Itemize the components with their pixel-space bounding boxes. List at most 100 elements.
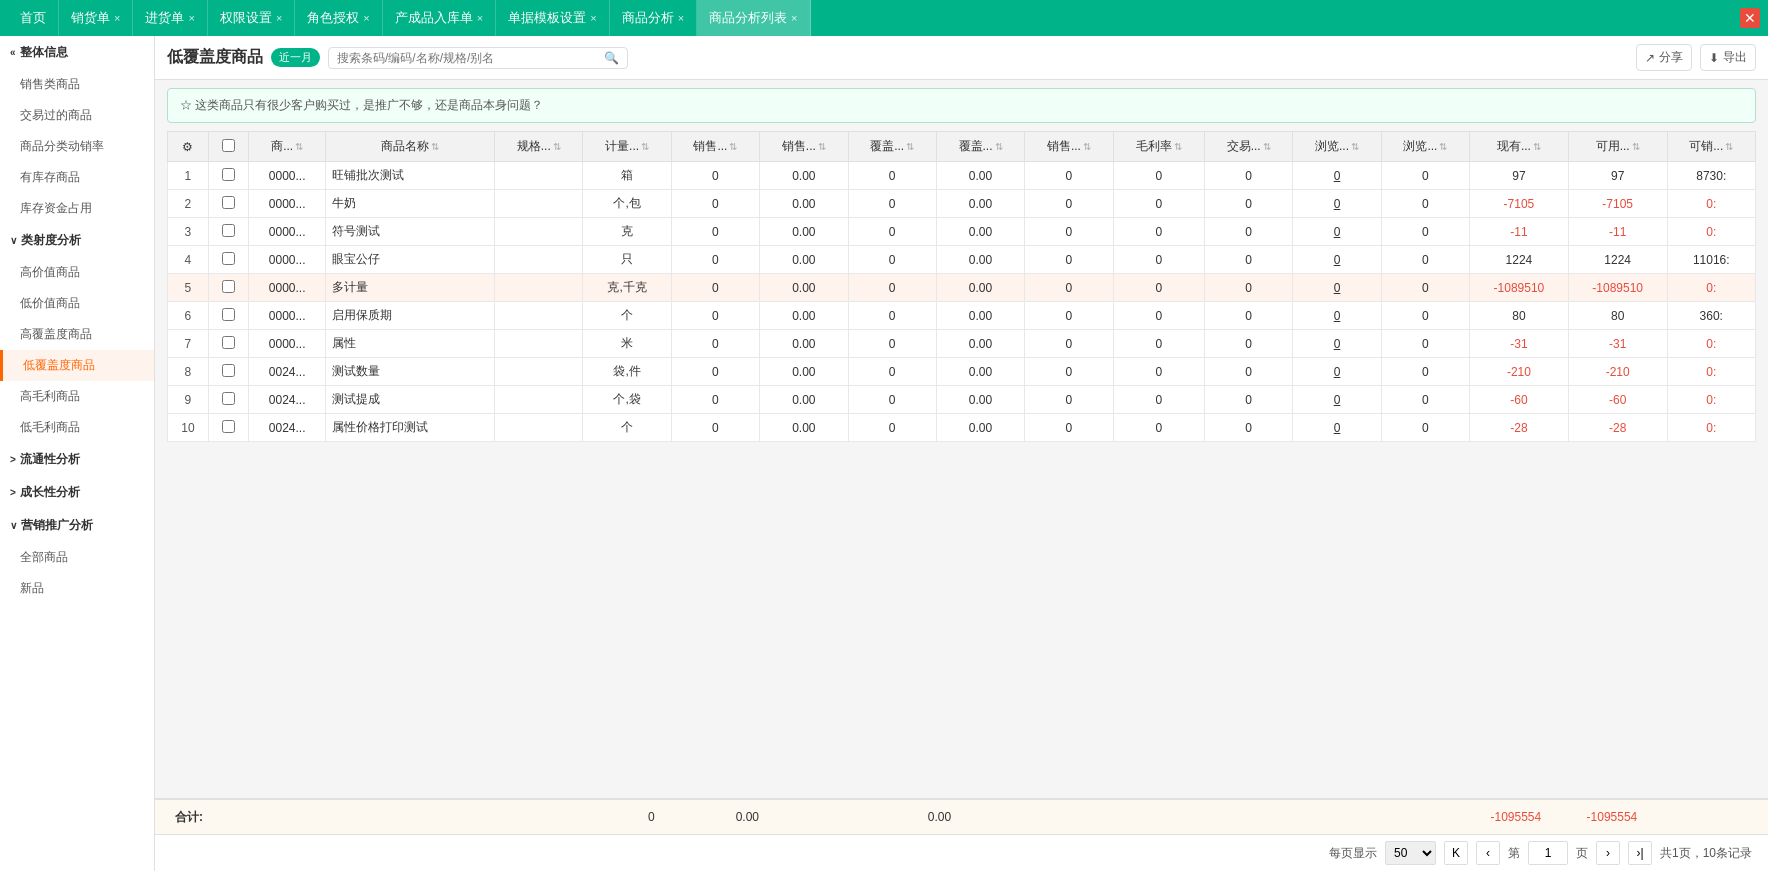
- row-checkbox[interactable]: [222, 280, 235, 293]
- next-page-button[interactable]: ›: [1596, 841, 1620, 865]
- cell-name[interactable]: 启用保质期: [326, 302, 495, 330]
- th-sales1[interactable]: 销售...⇅: [671, 132, 759, 162]
- prev-page-button[interactable]: ‹: [1476, 841, 1500, 865]
- th-checkbox[interactable]: [208, 132, 248, 162]
- cell-name[interactable]: 眼宝公仔: [326, 246, 495, 274]
- th-gross[interactable]: 毛利率⇅: [1113, 132, 1204, 162]
- th-stock1[interactable]: 现有...⇅: [1470, 132, 1569, 162]
- th-browse1[interactable]: 浏览...⇅: [1293, 132, 1381, 162]
- nav-close-icon[interactable]: ×: [590, 12, 596, 24]
- nav-home[interactable]: 首页: [8, 0, 59, 36]
- export-button[interactable]: ⬇ 导出: [1700, 44, 1756, 71]
- nav-purchase[interactable]: 进货单 ×: [133, 0, 207, 36]
- cell-browse1[interactable]: 0: [1293, 162, 1381, 190]
- sidebar-section-marketing[interactable]: ∨ 营销推广分析: [0, 509, 154, 542]
- cell-checkbox[interactable]: [208, 246, 248, 274]
- cell-browse1[interactable]: 0: [1293, 414, 1381, 442]
- sidebar-section-growth[interactable]: > 成长性分析: [0, 476, 154, 509]
- cell-checkbox[interactable]: [208, 330, 248, 358]
- row-checkbox[interactable]: [222, 224, 235, 237]
- th-unit[interactable]: 计量...⇅: [583, 132, 671, 162]
- sidebar-item-low-coverage[interactable]: 低覆盖度商品: [0, 350, 154, 381]
- nav-permissions[interactable]: 权限设置 ×: [208, 0, 295, 36]
- sidebar-section-overview[interactable]: « 整体信息: [0, 36, 154, 69]
- last-page-button[interactable]: ›|: [1628, 841, 1652, 865]
- cell-checkbox[interactable]: [208, 358, 248, 386]
- th-spec[interactable]: 规格...⇅: [495, 132, 583, 162]
- sidebar-item-new-products[interactable]: 新品: [0, 573, 154, 604]
- cell-name[interactable]: 测试提成: [326, 386, 495, 414]
- th-code[interactable]: 商...⇅: [249, 132, 326, 162]
- sidebar-item-high-margin[interactable]: 高毛利商品: [0, 381, 154, 412]
- cell-browse1[interactable]: 0: [1293, 190, 1381, 218]
- row-checkbox[interactable]: [222, 336, 235, 349]
- sidebar-section-coverage[interactable]: ∨ 类射度分析: [0, 224, 154, 257]
- row-checkbox[interactable]: [222, 252, 235, 265]
- th-name[interactable]: 商品名称⇅: [326, 132, 495, 162]
- cell-checkbox[interactable]: [208, 386, 248, 414]
- th-stock3[interactable]: 可销...⇅: [1667, 132, 1755, 162]
- row-checkbox[interactable]: [222, 420, 235, 433]
- sidebar-item-high-value[interactable]: 高价值商品: [0, 257, 154, 288]
- sidebar-item-category-sales-rate[interactable]: 商品分类动销率: [0, 131, 154, 162]
- cell-name[interactable]: 属性: [326, 330, 495, 358]
- nav-close-icon[interactable]: ×: [276, 12, 282, 24]
- sidebar-item-sales-products[interactable]: 销售类商品: [0, 69, 154, 100]
- row-checkbox[interactable]: [222, 308, 235, 321]
- nav-close-icon[interactable]: ×: [363, 12, 369, 24]
- select-all-checkbox[interactable]: [222, 139, 235, 152]
- cell-name[interactable]: 旺铺批次测试: [326, 162, 495, 190]
- cell-browse1[interactable]: 0: [1293, 358, 1381, 386]
- th-sales3[interactable]: 销售...⇅: [1025, 132, 1113, 162]
- th-sales2[interactable]: 销售...⇅: [760, 132, 848, 162]
- nav-template[interactable]: 单据模板设置 ×: [496, 0, 609, 36]
- row-checkbox[interactable]: [222, 196, 235, 209]
- cell-checkbox[interactable]: [208, 162, 248, 190]
- cell-browse1[interactable]: 0: [1293, 330, 1381, 358]
- cell-name[interactable]: 符号测试: [326, 218, 495, 246]
- th-gear[interactable]: ⚙: [168, 132, 209, 162]
- cell-checkbox[interactable]: [208, 274, 248, 302]
- cell-browse1[interactable]: 0: [1293, 218, 1381, 246]
- window-close-button[interactable]: ✕: [1740, 8, 1760, 28]
- th-cov1[interactable]: 覆盖...⇅: [848, 132, 936, 162]
- nav-analysis-list[interactable]: 商品分析列表 ×: [697, 0, 810, 36]
- cell-checkbox[interactable]: [208, 414, 248, 442]
- sidebar-section-flow[interactable]: > 流通性分析: [0, 443, 154, 476]
- nav-close-icon[interactable]: ×: [791, 12, 797, 24]
- nav-close-icon[interactable]: ×: [678, 12, 684, 24]
- cell-browse1[interactable]: 0: [1293, 302, 1381, 330]
- sidebar-item-low-margin[interactable]: 低毛利商品: [0, 412, 154, 443]
- cell-browse1[interactable]: 0: [1293, 246, 1381, 274]
- nav-product-analysis[interactable]: 商品分析 ×: [610, 0, 697, 36]
- nav-finished-goods[interactable]: 产成品入库单 ×: [383, 0, 496, 36]
- sidebar-item-low-value[interactable]: 低价值商品: [0, 288, 154, 319]
- cell-name[interactable]: 牛奶: [326, 190, 495, 218]
- th-stock2[interactable]: 可用...⇅: [1568, 132, 1667, 162]
- th-trade[interactable]: 交易...⇅: [1205, 132, 1293, 162]
- cell-browse1[interactable]: 0: [1293, 274, 1381, 302]
- sidebar-item-inventory-capital[interactable]: 库存资金占用: [0, 193, 154, 224]
- th-browse2[interactable]: 浏览...⇅: [1381, 132, 1469, 162]
- row-checkbox[interactable]: [222, 168, 235, 181]
- search-icon[interactable]: 🔍: [604, 51, 619, 65]
- cell-name[interactable]: 多计量: [326, 274, 495, 302]
- sidebar-item-traded-products[interactable]: 交易过的商品: [0, 100, 154, 131]
- nav-roles[interactable]: 角色授权 ×: [295, 0, 382, 36]
- cell-name[interactable]: 属性价格打印测试: [326, 414, 495, 442]
- per-page-select[interactable]: 50 100 200: [1385, 841, 1436, 865]
- share-button[interactable]: ↗ 分享: [1636, 44, 1692, 71]
- nav-close-icon[interactable]: ×: [188, 12, 194, 24]
- cell-name[interactable]: 测试数量: [326, 358, 495, 386]
- search-input[interactable]: [337, 51, 600, 65]
- cell-browse1[interactable]: 0: [1293, 386, 1381, 414]
- nav-close-icon[interactable]: ×: [477, 12, 483, 24]
- nav-sales[interactable]: 销货单 ×: [59, 0, 133, 36]
- cell-checkbox[interactable]: [208, 302, 248, 330]
- row-checkbox[interactable]: [222, 364, 235, 377]
- sidebar-item-stocked-products[interactable]: 有库存商品: [0, 162, 154, 193]
- cell-checkbox[interactable]: [208, 218, 248, 246]
- time-badge[interactable]: 近一月: [271, 48, 320, 67]
- row-checkbox[interactable]: [222, 392, 235, 405]
- first-page-button[interactable]: K: [1444, 841, 1468, 865]
